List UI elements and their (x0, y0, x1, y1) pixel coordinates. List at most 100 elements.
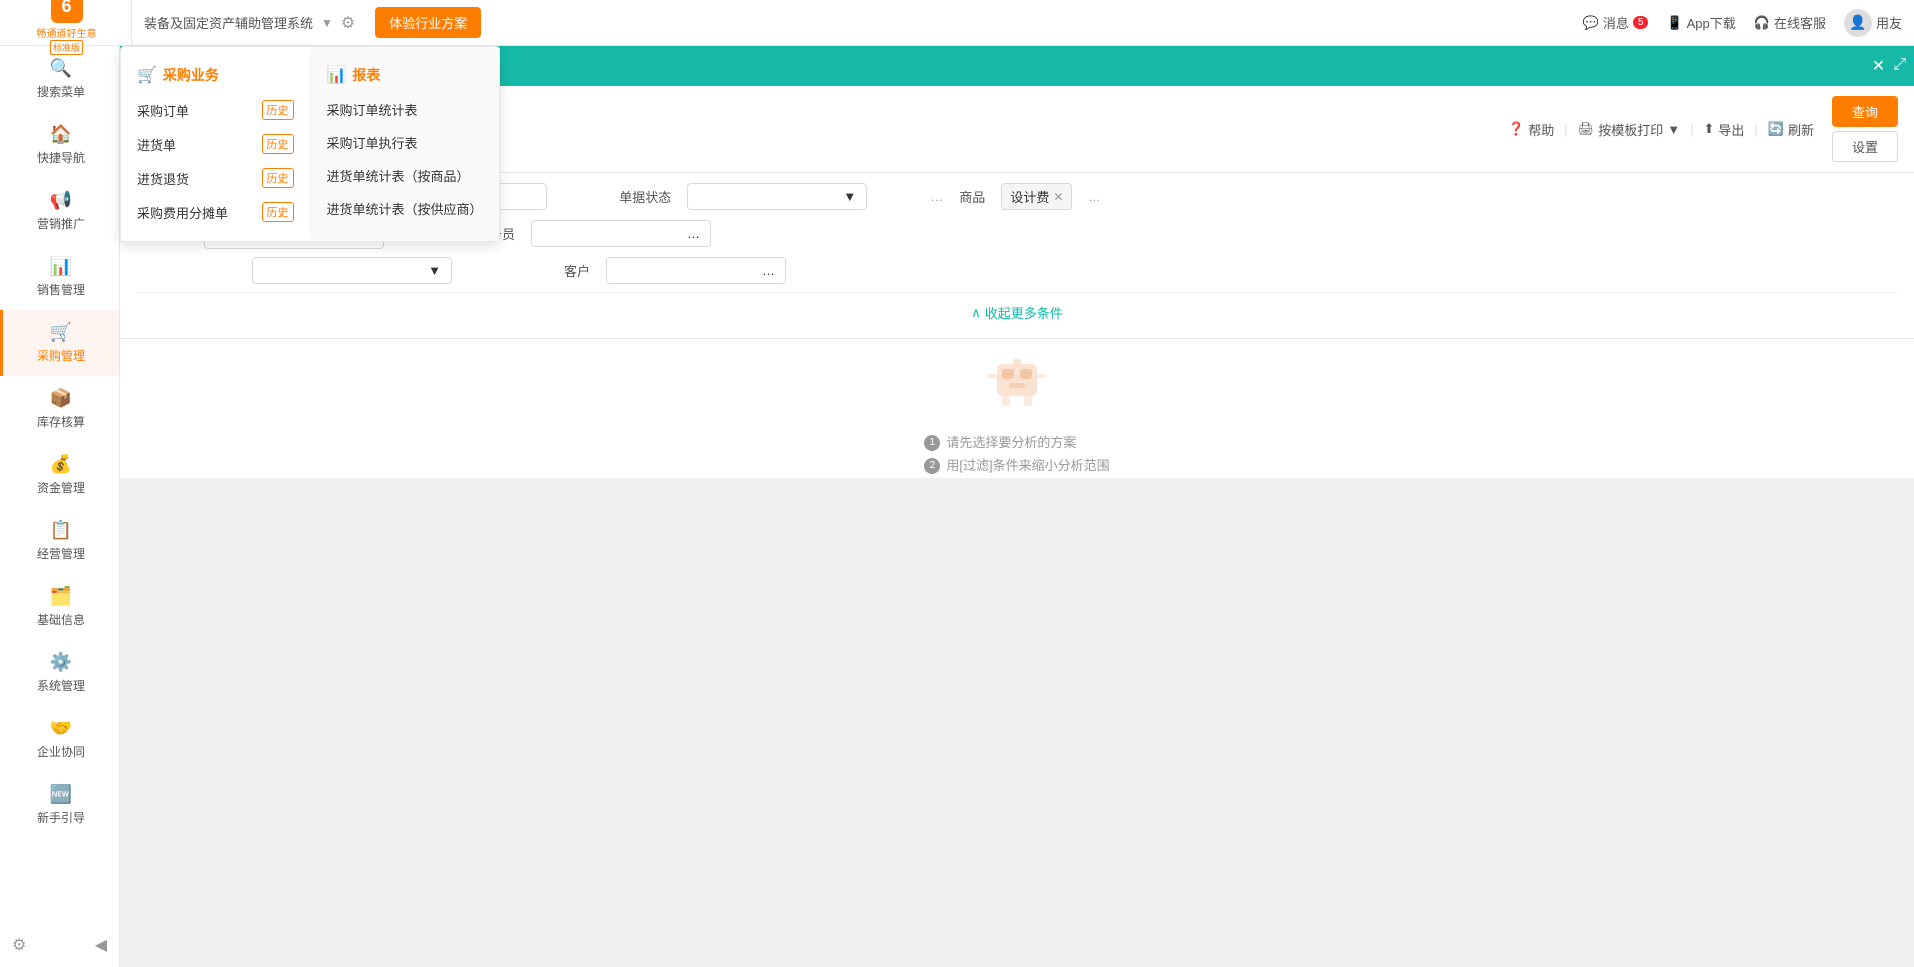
step1-num: 1 (924, 435, 940, 451)
export-btn[interactable]: ⬆ 导出 (1703, 120, 1744, 139)
filter-row-3: ▼ 客户 … (136, 257, 1898, 284)
user-menu-btn[interactable]: 👤 用友 (1844, 9, 1902, 37)
report-col: 📊 报表 采购订单统计表 采购订单执行表 进货单统计表（按商品） 进货单统计表（… (311, 47, 500, 241)
sidebar-item-label: 销售管理 (37, 281, 85, 298)
dropdown-item-purchase-order-exec[interactable]: 采购订单执行表 (311, 126, 500, 159)
dropdown-item-purchase-expense[interactable]: 采购费用分摊单 历史 (121, 195, 310, 229)
guide-icon: 🆕 (50, 784, 72, 805)
chevron-down-icon: ▼ (843, 189, 856, 204)
sidebar-item-capital[interactable]: 💰 资金管理 (0, 442, 119, 508)
dropdown-item-incoming-stats-goods[interactable]: 进货单统计表（按商品） (311, 159, 500, 192)
sidebar-item-sales[interactable]: 📊 销售管理 (0, 244, 119, 310)
sidebar-item-marketing[interactable]: 📢 营销推广 (0, 178, 119, 244)
system-dropdown-btn[interactable]: ▼ (321, 16, 333, 30)
trial-button[interactable]: 体验行业方案 (375, 7, 481, 38)
sidebar-item-label: 营销推广 (37, 215, 85, 232)
settings-small-button[interactable]: 设置 (1832, 131, 1898, 162)
voucher-status-select[interactable]: ▼ (687, 183, 867, 210)
refresh-btn[interactable]: 🔄 刷新 (1768, 120, 1814, 139)
sidebar-item-purchase[interactable]: 🛒 采购管理 (0, 310, 119, 376)
content-area: 首页 销售排行榜 ✕ ✕ ⤢ ❓ 帮助 | 🖨 按模 (120, 46, 1914, 967)
messages-btn[interactable]: 💬 消息 5 (1583, 13, 1649, 32)
print-icon: 🖨 (1578, 121, 1595, 137)
sidebar-item-quick-nav[interactable]: 🏠 快捷导航 (0, 112, 119, 178)
goods-label: 商品 (959, 187, 985, 206)
chevron-down-icon4: ▼ (428, 263, 441, 278)
empty-text: 1 请先选择要分析的方案 2 用[过滤]条件来缩小分析范围 (924, 431, 1109, 478)
dropdown-item-incoming-return[interactable]: 进货退货 历史 (121, 161, 310, 195)
top-bar: 6 畅通道好生意 标准版 装备及固定资产辅助管理系统 ▼ ⚙ 体验行业方案 💬 … (0, 0, 1914, 46)
sidebar-item-label: 采购管理 (37, 347, 85, 364)
empty-illustration (977, 339, 1057, 419)
messages-badge: 5 (1633, 16, 1649, 29)
purchase-icon: 🛒 (50, 322, 72, 343)
tab-close-all-btn[interactable]: ✕ (1872, 56, 1885, 76)
enterprise-icon: 🤝 (50, 718, 72, 739)
report-header-icon: 📊 (327, 65, 347, 85)
dropdown-item-incoming-stats-supplier[interactable]: 进货单统计表（按供应商） (311, 192, 500, 225)
tab-actions: ✕ ⤢ (1872, 56, 1906, 76)
data-area: 1 请先选择要分析的方案 2 用[过滤]条件来缩小分析范围 (120, 339, 1914, 478)
chevron-down-icon3: … (687, 226, 700, 241)
online-service-btn[interactable]: 🎧 在线客服 (1754, 13, 1826, 32)
operations-icon: 📋 (50, 520, 72, 541)
customer-select[interactable]: … (606, 257, 786, 284)
help-btn[interactable]: ❓ 帮助 (1508, 120, 1554, 139)
help-icon: ❓ (1508, 121, 1524, 137)
dropdown-item-incoming[interactable]: 进货单 历史 (121, 127, 310, 161)
logo-area: 6 畅通道好生意 标准版 (12, 0, 132, 55)
logo-subtext: 畅通道好生意 (37, 25, 97, 40)
sidebar-item-operations[interactable]: 📋 经营管理 (0, 508, 119, 574)
sidebar: 🔍 搜索菜单 🏠 快捷导航 📢 营销推广 📊 销售管理 🛒 采购管理 📦 库存核… (0, 46, 120, 967)
sidebar-item-label: 资金管理 (37, 479, 85, 496)
sidebar-item-basic[interactable]: 🗂️ 基础信息 (0, 574, 119, 640)
headset-icon: 🎧 (1754, 15, 1770, 31)
message-icon: 💬 (1583, 15, 1599, 31)
sales-icon: 📊 (50, 256, 72, 277)
main-layout: 🔍 搜索菜单 🏠 快捷导航 📢 营销推广 📊 销售管理 🛒 采购管理 📦 库存核… (0, 46, 1914, 967)
sidebar-settings-btn[interactable]: ⚙ (12, 935, 26, 955)
sidebar-item-search[interactable]: 🔍 搜索菜单 (0, 46, 119, 112)
date-range-select[interactable]: ▼ (252, 257, 452, 284)
sidebar-item-label: 库存核算 (37, 413, 85, 430)
salesperson-select[interactable]: … (531, 220, 711, 247)
app-download-btn[interactable]: 📱 App下载 (1666, 13, 1735, 32)
system-title-text: 装备及固定资产辅助管理系统 (144, 13, 313, 32)
goods-tag: 设计费 ✕ (1001, 183, 1072, 210)
collapse-icon: ∧ (971, 305, 981, 321)
capital-icon: 💰 (50, 454, 72, 475)
goods-tag-close-btn[interactable]: ✕ (1053, 190, 1063, 204)
sidebar-item-guide[interactable]: 🆕 新手引导 (0, 772, 119, 838)
query-button[interactable]: 查询 (1832, 96, 1898, 127)
purchase-dropdown-menu: 🛒 采购业务 采购订单 历史 进货单 历史 进货退货 历史 采购费用分摊单 (120, 46, 500, 242)
basic-icon: 🗂️ (50, 586, 72, 607)
sidebar-item-enterprise[interactable]: 🤝 企业协同 (0, 706, 119, 772)
export-icon: ⬆ (1703, 121, 1714, 137)
system-title: 装备及固定资产辅助管理系统 ▼ ⚙ 体验行业方案 (144, 7, 1583, 38)
sidebar-item-label: 新手引导 (37, 809, 85, 826)
customer-label: 客户 (564, 261, 590, 280)
history-badge-purchase-order: 历史 (262, 100, 294, 120)
sidebar-item-inventory[interactable]: 📦 库存核算 (0, 376, 119, 442)
goods-tag-text: 设计费 (1010, 187, 1049, 206)
marketing-icon: 📢 (50, 190, 72, 211)
system-settings-btn[interactable]: ⚙ (341, 13, 355, 33)
report-header: 📊 报表 (311, 59, 500, 93)
history-badge-incoming-return: 历史 (262, 168, 294, 188)
ellipsis1: … (883, 189, 943, 204)
history-badge-purchase-expense: 历史 (262, 202, 294, 222)
dropdown-item-purchase-order-stats[interactable]: 采购订单统计表 (311, 93, 500, 126)
divider3: | (1754, 122, 1757, 137)
sidebar-collapse-btn[interactable]: ◀ (95, 935, 107, 955)
dropdown-item-purchase-order[interactable]: 采购订单 历史 (121, 93, 310, 127)
purchase-business-col: 🛒 采购业务 采购订单 历史 进货单 历史 进货退货 历史 采购费用分摊单 (121, 47, 310, 241)
history-badge-incoming: 历史 (262, 134, 294, 154)
top-right: 💬 消息 5 📱 App下载 🎧 在线客服 👤 用友 (1583, 9, 1902, 37)
collapse-btn[interactable]: ∧ 收起更多条件 (965, 297, 1069, 328)
sidebar-item-label: 系统管理 (37, 677, 85, 694)
tab-expand-btn[interactable]: ⤢ (1893, 56, 1906, 76)
sidebar-bottom: ⚙ ◀ (0, 923, 119, 967)
print-btn[interactable]: 🖨 按模板打印 ▼ (1578, 120, 1680, 139)
sidebar-item-system[interactable]: ⚙️ 系统管理 (0, 640, 119, 706)
home-icon: 🏠 (50, 124, 72, 145)
